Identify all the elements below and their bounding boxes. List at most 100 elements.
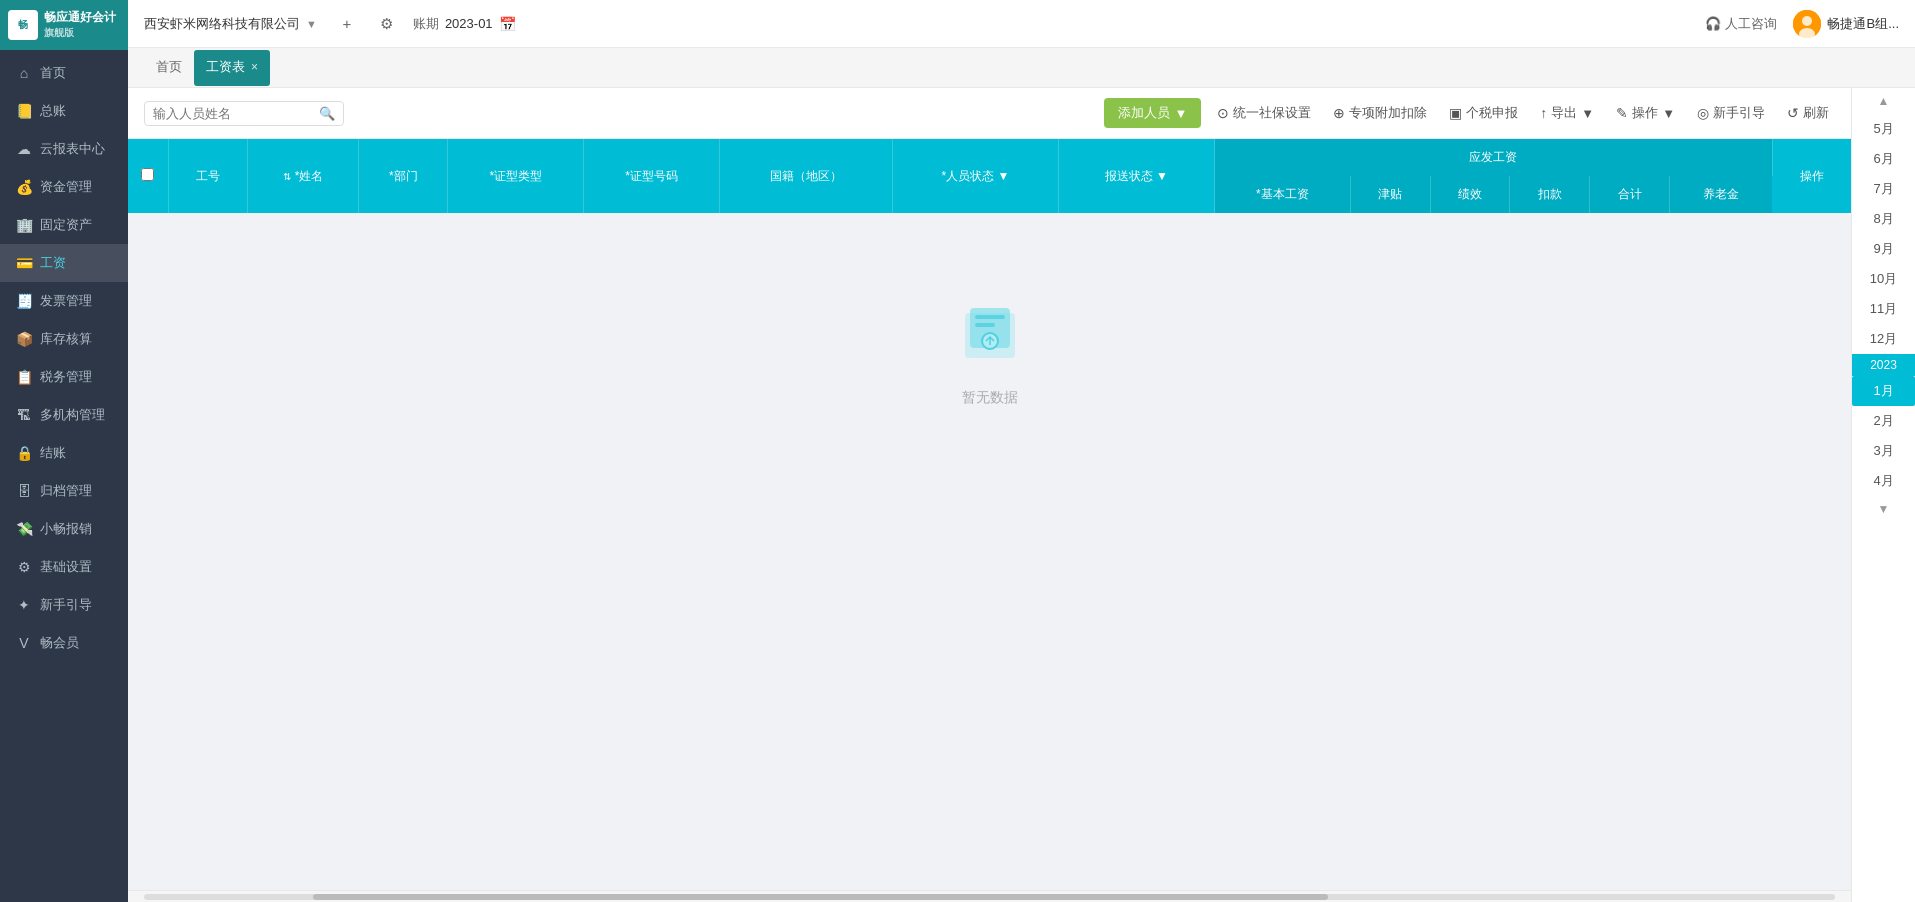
sidebar-item-close-label: 结账	[40, 444, 66, 462]
tax-declaration-button[interactable]: ▣ 个税申报	[1443, 100, 1524, 126]
add-person-button[interactable]: 添加人员 ▼	[1104, 98, 1201, 128]
month-item-11[interactable]: 11月	[1852, 294, 1915, 324]
month-item-12[interactable]: 12月	[1852, 324, 1915, 354]
tab-salary-label: 工资表	[206, 58, 245, 76]
search-input[interactable]	[153, 106, 313, 121]
search-box: 🔍	[144, 101, 344, 126]
tax-decl-label: 个税申报	[1466, 104, 1518, 122]
sidebar-item-expense[interactable]: 💸 小畅报销	[0, 510, 128, 548]
report-status-filter-icon[interactable]: ▼	[1156, 169, 1168, 183]
guide-button[interactable]: ◎ 新手引导	[1691, 100, 1771, 126]
sidebar-item-salary[interactable]: 💳 工资	[0, 244, 128, 282]
tab-home[interactable]: 首页	[144, 50, 194, 86]
social-security-icon: ⊙	[1217, 105, 1229, 121]
th-report-status: 报送状态 ▼	[1058, 139, 1214, 213]
archive-icon: 🗄	[16, 483, 32, 499]
operations-button[interactable]: ✎ 操作 ▼	[1610, 100, 1681, 126]
sidebar: 畅 畅应通好会计 旗舰版 ⌂ 首页 📒 总账 ☁ 云报表中心 💰 资金管理 🏢 …	[0, 0, 128, 902]
sidebar-item-guide[interactable]: ✦ 新手引导	[0, 586, 128, 624]
sidebar-item-tax[interactable]: 📋 税务管理	[0, 358, 128, 396]
export-button[interactable]: ↑ 导出 ▼	[1534, 100, 1600, 126]
period-area: 账期 2023-01 📅	[413, 15, 516, 33]
sidebar-item-fixed-assets[interactable]: 🏢 固定资产	[0, 206, 128, 244]
table-scrollbar	[128, 890, 1851, 902]
th-name: ⇅ *姓名	[248, 139, 359, 213]
tab-salary-close-icon[interactable]: ×	[251, 60, 258, 74]
content-area: 🔍 添加人员 ▼ ⊙ 统一社保设置 ⊕ 专项附加扣除	[128, 88, 1915, 902]
th-name-sort-icon: ⇅	[283, 171, 291, 182]
sidebar-item-archive-label: 归档管理	[40, 482, 92, 500]
month-picker-up-arrow[interactable]: ▲	[1852, 88, 1915, 114]
sidebar-item-inventory-label: 库存核算	[40, 330, 92, 348]
month-item-2[interactable]: 2月	[1852, 406, 1915, 436]
search-icon: 🔍	[319, 106, 335, 121]
select-all-checkbox[interactable]	[141, 168, 154, 181]
scrollbar-thumb[interactable]	[313, 894, 1328, 900]
sidebar-item-ledger[interactable]: 📒 总账	[0, 92, 128, 130]
sidebar-item-close-period[interactable]: 🔒 结账	[0, 434, 128, 472]
operations-label: 操作	[1632, 104, 1658, 122]
company-selector[interactable]: 西安虾米网络科技有限公司 ▼	[144, 15, 317, 33]
social-security-label: 统一社保设置	[1233, 104, 1311, 122]
user-info[interactable]: 畅捷通B组...	[1793, 10, 1899, 38]
close-period-icon: 🔒	[16, 445, 32, 461]
calendar-icon[interactable]: 📅	[499, 16, 516, 32]
month-item-4[interactable]: 4月	[1852, 466, 1915, 496]
main-content: 🔍 添加人员 ▼ ⊙ 统一社保设置 ⊕ 专项附加扣除	[128, 88, 1851, 902]
th-checkbox	[128, 139, 168, 213]
month-item-10[interactable]: 10月	[1852, 264, 1915, 294]
company-name: 西安虾米网络科技有限公司	[144, 15, 300, 33]
month-picker-down-arrow[interactable]: ▼	[1852, 496, 1915, 522]
th-operation: 操作	[1772, 139, 1851, 213]
topbar-right: 🎧 人工咨询 畅捷通B组...	[1705, 10, 1899, 38]
tax-decl-icon: ▣	[1449, 105, 1462, 121]
tax-icon: 📋	[16, 369, 32, 385]
support-button[interactable]: 🎧 人工咨询	[1705, 15, 1777, 33]
person-status-filter-icon[interactable]: ▼	[998, 169, 1010, 183]
avatar-image	[1793, 10, 1821, 38]
svg-rect-5	[975, 315, 1005, 319]
sidebar-logo: 畅 畅应通好会计 旗舰版	[0, 0, 128, 50]
cloud-icon: ☁	[16, 141, 32, 157]
sidebar-item-inventory[interactable]: 📦 库存核算	[0, 320, 128, 358]
sidebar-item-member-label: 畅会员	[40, 634, 79, 652]
sidebar-item-member[interactable]: V 畅会员	[0, 624, 128, 662]
month-item-5[interactable]: 5月	[1852, 114, 1915, 144]
month-item-7[interactable]: 7月	[1852, 174, 1915, 204]
th-person-status: *人员状态 ▼	[893, 139, 1058, 213]
add-person-label: 添加人员	[1118, 104, 1170, 122]
salary-icon: 💳	[16, 255, 32, 271]
month-item-3[interactable]: 3月	[1852, 436, 1915, 466]
sidebar-item-tax-label: 税务管理	[40, 368, 92, 386]
social-security-button[interactable]: ⊙ 统一社保设置	[1211, 100, 1317, 126]
period-label: 账期	[413, 15, 439, 33]
sidebar-item-settings[interactable]: ⚙ 基础设置	[0, 548, 128, 586]
month-item-9[interactable]: 9月	[1852, 234, 1915, 264]
operations-chevron-icon: ▼	[1662, 106, 1675, 121]
sidebar-item-cloud-report[interactable]: ☁ 云报表中心	[0, 130, 128, 168]
sidebar-item-invoice[interactable]: 🧾 发票管理	[0, 282, 128, 320]
sidebar-item-fund[interactable]: 💰 资金管理	[0, 168, 128, 206]
month-item-8[interactable]: 8月	[1852, 204, 1915, 234]
add-company-button[interactable]: +	[333, 10, 361, 38]
sidebar-item-multi-org[interactable]: 🏗 多机构管理	[0, 396, 128, 434]
sidebar-item-settings-label: 基础设置	[40, 558, 92, 576]
special-deduction-button[interactable]: ⊕ 专项附加扣除	[1327, 100, 1433, 126]
refresh-button[interactable]: ↺ 刷新	[1781, 100, 1835, 126]
tab-salary[interactable]: 工资表 ×	[194, 50, 270, 86]
th-total: 合计	[1590, 176, 1670, 213]
headset-icon: 🎧	[1705, 16, 1721, 31]
sidebar-item-home[interactable]: ⌂ 首页	[0, 54, 128, 92]
ledger-icon: 📒	[16, 103, 32, 119]
sidebar-item-assets-label: 固定资产	[40, 216, 92, 234]
svg-rect-6	[975, 323, 995, 327]
app-logo-text: 畅应通好会计 旗舰版	[44, 10, 116, 40]
th-pension: 养老金	[1670, 176, 1772, 213]
settings-gear-button[interactable]: ⚙	[373, 10, 401, 38]
month-item-1-active[interactable]: 1月	[1852, 376, 1915, 406]
sidebar-item-invoice-label: 发票管理	[40, 292, 92, 310]
month-item-6[interactable]: 6月	[1852, 144, 1915, 174]
org-icon: 🏗	[16, 407, 32, 423]
member-icon: V	[16, 635, 32, 651]
sidebar-item-archive[interactable]: 🗄 归档管理	[0, 472, 128, 510]
